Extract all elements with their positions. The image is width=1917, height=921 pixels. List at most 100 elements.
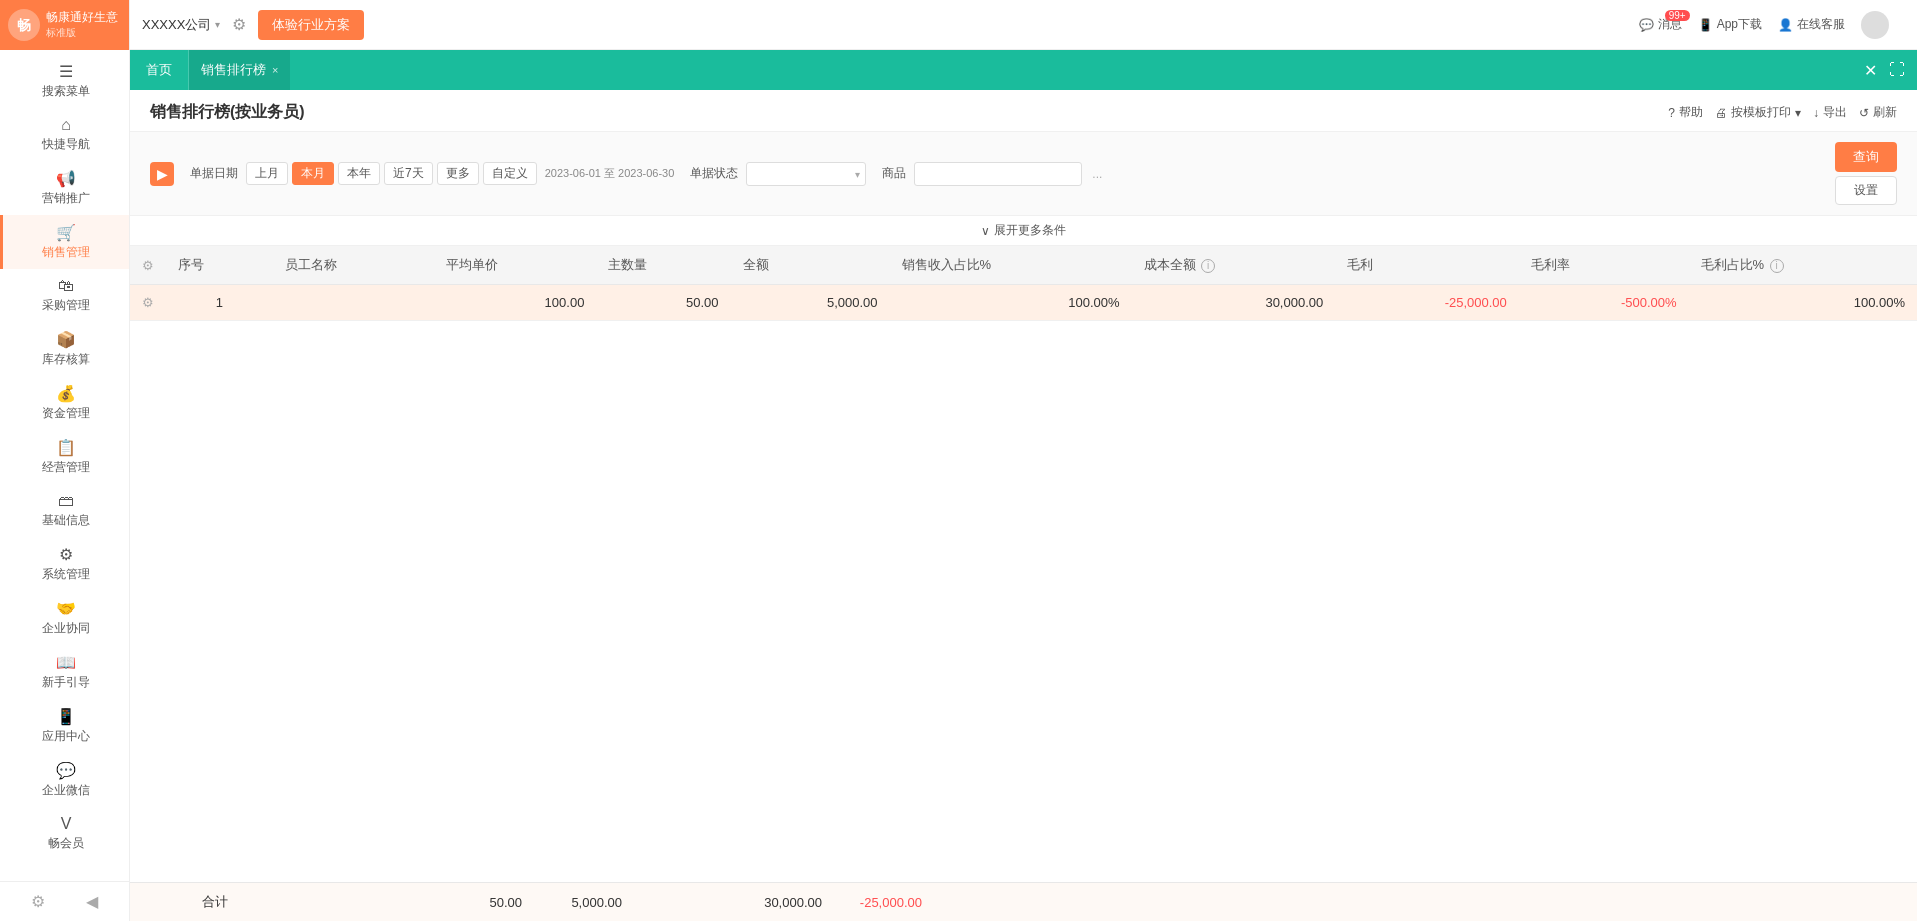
sidebar-item-apps[interactable]: 📱 应用中心 — [0, 699, 129, 753]
expand-label: 展开更多条件 — [994, 222, 1066, 239]
status-select-wrapper — [746, 162, 866, 186]
sidebar-label-quick: 快捷导航 — [42, 136, 90, 153]
sidebar-item-basic[interactable]: 🗃 基础信息 — [0, 484, 129, 537]
sidebar-item-purchase[interactable]: 🛍 采购管理 — [0, 269, 129, 322]
goods-more-icon[interactable]: ... — [1092, 167, 1102, 181]
row-gross-pct: 100.00% — [1689, 285, 1917, 321]
table-row: ⚙ 1 100.00 50.00 5,000.00 100.00% 30,000… — [130, 285, 1917, 321]
sidebar-item-sales[interactable]: 🛒 销售管理 — [0, 215, 129, 269]
message-icon: 💬 — [1639, 18, 1654, 32]
footer-gross: -25,000.00 — [842, 895, 942, 910]
page-title: 销售排行榜(按业务员) — [150, 102, 305, 123]
status-select[interactable] — [746, 162, 866, 186]
topbar-app-download[interactable]: 📱 App下载 — [1698, 16, 1762, 33]
col-gross-rate: 毛利率 — [1519, 246, 1689, 285]
expand-chevron-icon: ∨ — [981, 224, 990, 238]
sidebar-icon-finance: 💰 — [56, 384, 76, 403]
row-gross: -25,000.00 — [1335, 285, 1519, 321]
tab-close-window-icon[interactable]: ✕ — [1864, 61, 1877, 80]
col-cost: 成本全额 i — [1132, 246, 1336, 285]
tab-home-label: 首页 — [146, 61, 172, 79]
date-cur-month-btn[interactable]: 本月 — [292, 162, 334, 185]
filter-collapse-button[interactable]: ▶ — [150, 162, 174, 186]
logo-sub: 标准版 — [46, 26, 118, 40]
print-button[interactable]: 🖨 按模板打印 ▾ — [1715, 104, 1801, 121]
tab-restore-icon[interactable]: ⛶ — [1889, 61, 1905, 79]
app-icon: 📱 — [1698, 18, 1713, 32]
service-icon: 👤 — [1778, 18, 1793, 32]
sidebar-item-quick[interactable]: ⌂ 快捷导航 — [0, 108, 129, 161]
company-select[interactable]: XXXXX公司 ▾ — [142, 16, 220, 34]
col-settings[interactable]: ⚙ — [130, 246, 166, 285]
sidebar-item-inventory[interactable]: 📦 库存核算 — [0, 322, 129, 376]
date-prev-month-btn[interactable]: 上月 — [246, 162, 288, 185]
avatar[interactable] — [1861, 11, 1889, 39]
export-button[interactable]: ↓ 导出 — [1813, 104, 1847, 121]
table-body: ⚙ 1 100.00 50.00 5,000.00 100.00% 30,000… — [130, 285, 1917, 321]
footer-total-label: 合计 — [142, 893, 362, 911]
sidebar-icon-inventory: 📦 — [56, 330, 76, 349]
sidebar-label-apps: 应用中心 — [42, 728, 90, 745]
date-7-btn[interactable]: 近7天 — [384, 162, 433, 185]
sidebar-item-member[interactable]: V 畅会员 — [0, 807, 129, 860]
sidebar-icon-apps: 📱 — [56, 707, 76, 726]
sidebar-item-system[interactable]: ⚙ 系统管理 — [0, 537, 129, 591]
date-more-btn[interactable]: 更多 — [437, 162, 479, 185]
footer-cost: 30,000.00 — [742, 895, 842, 910]
topbar-online-service[interactable]: 👤 在线客服 — [1778, 16, 1845, 33]
expand-more-btn[interactable]: ∨ 展开更多条件 — [969, 220, 1078, 241]
topbar-gear-icon[interactable]: ⚙ — [232, 15, 246, 34]
status-filter-group: 单据状态 — [690, 162, 866, 186]
sidebar-label-collab: 企业协同 — [42, 620, 90, 637]
topbar-message[interactable]: 💬 消息 99+ — [1639, 16, 1682, 33]
trial-button[interactable]: 体验行业方案 — [258, 10, 364, 40]
sidebar-item-guide[interactable]: 📖 新手引导 — [0, 645, 129, 699]
tab-sales-ranking[interactable]: 销售排行榜 × — [189, 50, 290, 90]
table-area: ⚙ 序号 员工名称 平均单价 主数量 全额 销售收入占比% 成本全额 i 毛利 … — [130, 246, 1917, 882]
sidebar-icon-basic: 🗃 — [58, 492, 74, 510]
refresh-button[interactable]: ↺ 刷新 — [1859, 104, 1897, 121]
sidebar-collapse-icon[interactable]: ◀ — [86, 892, 98, 911]
sidebar-item-marketing[interactable]: 📢 营销推广 — [0, 161, 129, 215]
sidebar-item-search[interactable]: ☰ 搜索菜单 — [0, 54, 129, 108]
filter-settings-button[interactable]: 设置 — [1835, 176, 1897, 205]
cost-info-icon[interactable]: i — [1201, 259, 1215, 273]
sidebar-item-operations[interactable]: 📋 经营管理 — [0, 430, 129, 484]
help-icon: ? — [1668, 106, 1675, 120]
sidebar-label-basic: 基础信息 — [42, 512, 90, 529]
goods-filter-input[interactable] — [914, 162, 1082, 186]
sidebar-icon-wechat: 💬 — [56, 761, 76, 780]
logo-icon: 畅 — [8, 9, 40, 41]
refresh-label: 刷新 — [1873, 104, 1897, 121]
tab-close-icon[interactable]: × — [272, 64, 278, 76]
row-settings[interactable]: ⚙ — [130, 285, 166, 321]
export-icon: ↓ — [1813, 106, 1819, 120]
print-icon: 🖨 — [1715, 106, 1727, 120]
sidebar-label-member: 畅会员 — [48, 835, 84, 852]
sidebar-icon-collab: 🤝 — [56, 599, 76, 618]
row-avg-price: 100.00 — [434, 285, 596, 321]
sidebar-label-operations: 经营管理 — [42, 459, 90, 476]
sidebar-settings-icon[interactable]: ⚙ — [31, 892, 45, 911]
sidebar-item-finance[interactable]: 💰 资金管理 — [0, 376, 129, 430]
sidebar-item-wechat[interactable]: 💬 企业微信 — [0, 753, 129, 807]
filter-area: ▶ 单据日期 上月 本月 本年 近7天 更多 自定义 2023-06-01 至 … — [130, 132, 1917, 216]
footer-qty: 50.00 — [462, 895, 542, 910]
footer-label-text: 合计 — [202, 894, 228, 909]
date-year-btn[interactable]: 本年 — [338, 162, 380, 185]
help-button[interactable]: ? 帮助 — [1668, 104, 1703, 121]
page-actions: ? 帮助 🖨 按模板打印 ▾ ↓ 导出 ↺ 刷新 — [1668, 104, 1897, 121]
query-button[interactable]: 查询 — [1835, 142, 1897, 172]
sidebar-item-collab[interactable]: 🤝 企业协同 — [0, 591, 129, 645]
goods-filter-group: 商品 ... — [882, 162, 1102, 186]
tab-home[interactable]: 首页 — [130, 50, 189, 90]
gross-pct-info-icon[interactable]: i — [1770, 259, 1784, 273]
date-filter-label: 单据日期 — [190, 165, 238, 182]
sidebar-footer: ⚙ ◀ — [0, 881, 129, 921]
row-amount: 5,000.00 — [731, 285, 890, 321]
filter-actions: 查询 设置 — [1835, 142, 1897, 205]
date-custom-btn[interactable]: 自定义 — [483, 162, 537, 185]
row-sales-pct: 100.00% — [890, 285, 1132, 321]
sidebar-icon-member: V — [61, 815, 72, 833]
sidebar-nav: ☰ 搜索菜单 ⌂ 快捷导航 📢 营销推广 🛒 销售管理 🛍 采购管理 📦 库存核… — [0, 50, 129, 881]
